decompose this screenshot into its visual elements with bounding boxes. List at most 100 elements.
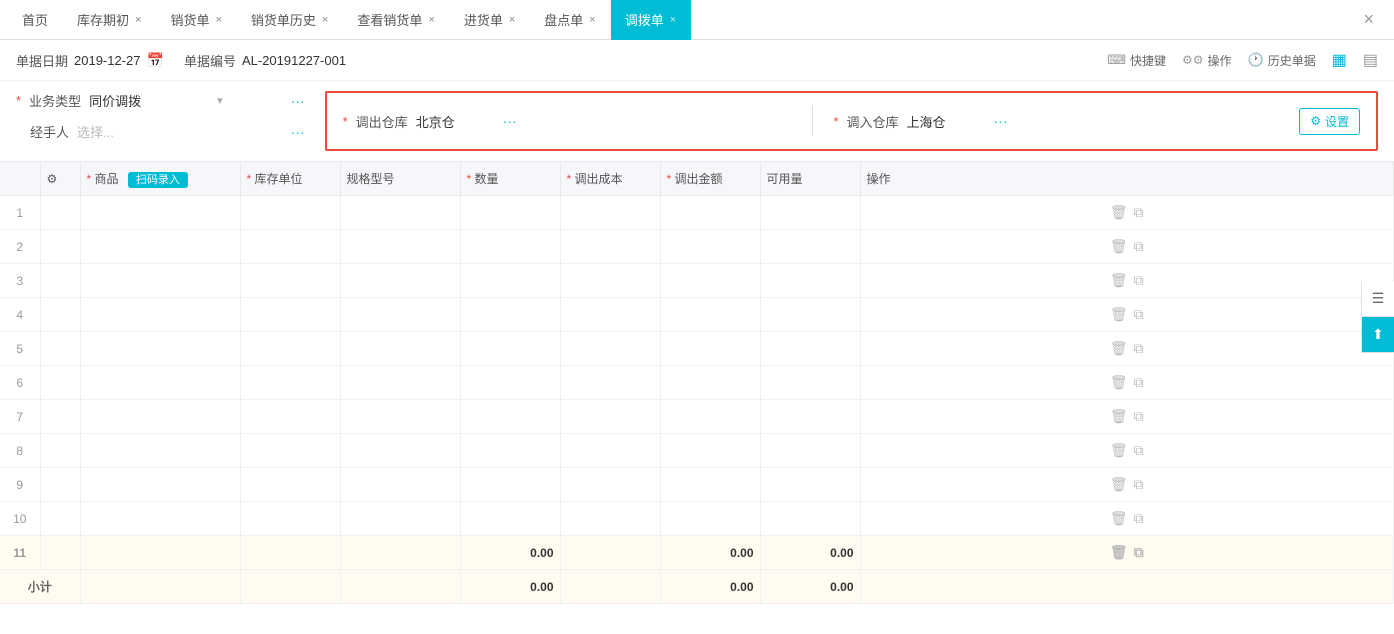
order-field: 单据编号 AL-20191227-001: [184, 51, 346, 70]
delete-icon[interactable]: 🗑: [1110, 306, 1128, 323]
copy-icon[interactable]: ⧉: [1134, 510, 1144, 527]
close-icon[interactable]: ×: [135, 14, 141, 26]
warehouse-in-value[interactable]: 上海仓: [907, 112, 946, 131]
handler-more-btn[interactable]: ···: [291, 124, 305, 140]
copy-icon[interactable]: ⧉: [1134, 442, 1144, 459]
layout1-button[interactable]: ▦: [1332, 50, 1347, 70]
operation-button[interactable]: ⚙⚙ 操作: [1182, 52, 1232, 69]
tab-transfer-order[interactable]: 调拨单 ×: [611, 0, 691, 40]
toolbar-actions: ⌨ 快捷键 ⚙⚙ 操作 🕐 历史单据 ▦ ▤: [1107, 50, 1378, 70]
close-icon[interactable]: ×: [589, 14, 595, 26]
close-icon[interactable]: ×: [428, 14, 434, 26]
delete-icon[interactable]: 🗑: [1110, 476, 1128, 493]
side-buttons: ☰ ⬆: [1361, 281, 1394, 353]
settings-button[interactable]: ⚙ 设置: [1299, 108, 1360, 135]
delete-icon[interactable]: 🗑: [1110, 442, 1128, 459]
shortcut-button[interactable]: ⌨ 快捷键: [1107, 52, 1166, 69]
table-row: 4 🗑 ⧉: [0, 298, 1394, 332]
date-label: 单据日期: [16, 51, 68, 70]
date-field: 单据日期 2019-12-27 📅: [16, 51, 164, 70]
toolbar-row: 单据日期 2019-12-27 📅 单据编号 AL-20191227-001 ⌨…: [0, 40, 1394, 81]
copy-icon[interactable]: ⧉: [1134, 306, 1144, 323]
history-icon: 🕐: [1248, 52, 1264, 68]
list-side-button[interactable]: ☰: [1362, 281, 1394, 317]
copy-icon[interactable]: ⧉: [1134, 476, 1144, 493]
copy-icon[interactable]: ⧉: [1134, 408, 1144, 425]
row-actions: 🗑 ⧉: [867, 306, 1388, 323]
close-icon[interactable]: ×: [509, 14, 515, 26]
delete-icon[interactable]: 🗑: [1110, 510, 1128, 527]
tab-inventory-init[interactable]: 库存期初 ×: [63, 0, 156, 40]
delete-icon[interactable]: 🗑: [1110, 544, 1128, 561]
data-table-wrapper: ⚙ * 商品 扫码录入 * 库存单位 规格型号: [0, 161, 1394, 604]
copy-icon[interactable]: ⧉: [1134, 374, 1144, 391]
delete-icon[interactable]: 🗑: [1110, 238, 1128, 255]
tab-sales-order[interactable]: 销货单 ×: [156, 0, 236, 40]
window-close-button[interactable]: ×: [1351, 9, 1386, 30]
delete-icon[interactable]: 🗑: [1110, 340, 1128, 357]
col-settings-header[interactable]: ⚙: [40, 162, 80, 196]
handler-value[interactable]: 选择...: [77, 122, 114, 141]
tab-sales-history[interactable]: 销货单历史 ×: [237, 0, 343, 40]
history-button[interactable]: 🕐 历史单据: [1248, 52, 1316, 69]
row-num: 4: [0, 298, 40, 332]
handler-label: 经手人: [30, 122, 69, 141]
order-value: AL-20191227-001: [242, 53, 346, 68]
row-num: 2: [0, 230, 40, 264]
shortcut-icon: ⌨: [1107, 52, 1126, 68]
scroll-area[interactable]: ⚙ * 商品 扫码录入 * 库存单位 规格型号: [0, 162, 1394, 604]
row-num: 7: [0, 400, 40, 434]
row-actions: 🗑 ⧉: [867, 408, 1388, 425]
close-icon[interactable]: ×: [322, 14, 328, 26]
delete-icon[interactable]: 🗑: [1110, 374, 1128, 391]
table-row: 3 🗑 ⧉: [0, 264, 1394, 298]
gear-icon[interactable]: ⚙: [47, 172, 58, 186]
list-icon: ☰: [1372, 290, 1385, 307]
dropdown-arrow-icon[interactable]: ▾: [217, 94, 223, 107]
scan-button[interactable]: 扫码录入: [128, 172, 188, 188]
data-table: ⚙ * 商品 扫码录入 * 库存单位 规格型号: [0, 162, 1394, 604]
row-num: 9: [0, 468, 40, 502]
table-row: 11 0.00 0.00 0.00 🗑 ⧉: [0, 536, 1394, 570]
delete-icon[interactable]: 🗑: [1110, 204, 1128, 221]
row-num: 1: [0, 196, 40, 230]
row-num: 3: [0, 264, 40, 298]
warehouse-in-more-btn[interactable]: ···: [994, 113, 1008, 129]
tab-home[interactable]: 首页: [8, 0, 63, 40]
tab-purchase-order[interactable]: 进货单 ×: [450, 0, 530, 40]
business-type-value[interactable]: 同价调拨: [89, 91, 209, 110]
tab-inventory-check[interactable]: 盘点单 ×: [530, 0, 610, 40]
tab-view-sales[interactable]: 查看销货单 ×: [343, 0, 449, 40]
copy-icon[interactable]: ⧉: [1134, 544, 1144, 561]
order-label: 单据编号: [184, 51, 236, 70]
layout2-button[interactable]: ▤: [1363, 50, 1378, 70]
row-num: 10: [0, 502, 40, 536]
business-type-field: * 业务类型 同价调拨 ▾ ···: [16, 91, 305, 110]
row-actions: 🗑 ⧉: [867, 544, 1388, 561]
warehouse-out-more-btn[interactable]: ···: [503, 113, 517, 129]
table-row: 8 🗑 ⧉: [0, 434, 1394, 468]
copy-icon[interactable]: ⧉: [1134, 204, 1144, 221]
table-row: 5 🗑 ⧉: [0, 332, 1394, 366]
col-amount-header: * 调出金额: [660, 162, 760, 196]
operation-icon: ⚙⚙: [1182, 53, 1204, 67]
close-icon[interactable]: ×: [215, 14, 221, 26]
date-value: 2019-12-27: [74, 53, 141, 68]
copy-icon[interactable]: ⧉: [1134, 272, 1144, 289]
col-ops-header: 操作: [860, 162, 1394, 196]
copy-icon[interactable]: ⧉: [1134, 238, 1144, 255]
warehouse-out-label: 调出仓库: [356, 112, 408, 131]
table-row: 6 🗑 ⧉: [0, 366, 1394, 400]
col-num-header: [0, 162, 40, 196]
warehouse-out-value[interactable]: 北京仓: [416, 112, 455, 131]
calendar-icon[interactable]: 📅: [147, 52, 164, 69]
export-side-button[interactable]: ⬆: [1362, 317, 1394, 353]
copy-icon[interactable]: ⧉: [1134, 340, 1144, 357]
business-type-more-btn[interactable]: ···: [291, 93, 305, 109]
warehouse-out-field: * 调出仓库 北京仓 ···: [343, 112, 793, 131]
table-row: 10 🗑 ⧉: [0, 502, 1394, 536]
row-num: 5: [0, 332, 40, 366]
delete-icon[interactable]: 🗑: [1110, 408, 1128, 425]
delete-icon[interactable]: 🗑: [1110, 272, 1128, 289]
close-icon[interactable]: ×: [670, 14, 676, 26]
